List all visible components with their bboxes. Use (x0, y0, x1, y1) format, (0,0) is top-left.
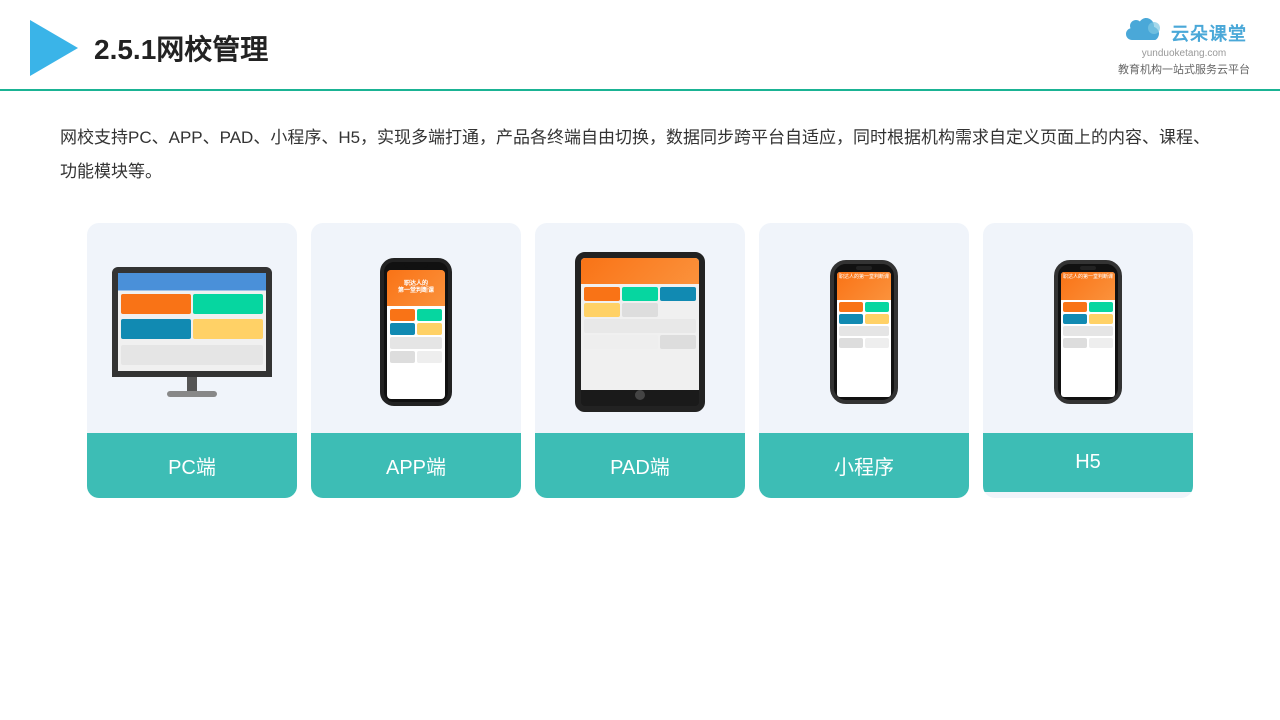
card-app-image: 职达人的第一堂判断课 (311, 223, 521, 433)
header-right: 云朵课堂 yunduoketang.com 教育机构一站式服务云平台 (1118, 18, 1250, 77)
cards-container: PC端 职达人的第一堂判断课 (0, 199, 1280, 528)
card-h5-label: H5 (983, 433, 1193, 492)
page-title: 2.5.1网校管理 (94, 28, 268, 68)
card-pad: PAD端 (535, 223, 745, 498)
header: 2.5.1网校管理 云朵课堂 yunduoketang.com 教育机构一站式服… (0, 0, 1280, 91)
description-text: 网校支持PC、APP、PAD、小程序、H5，实现多端打通，产品各终端自由切换，数… (0, 91, 1280, 199)
card-miniprogram-image: 职达人的第一堂判断课 (759, 223, 969, 433)
miniprogram-phone-mockup: 职达人的第一堂判断课 (830, 260, 898, 404)
brand-url: yunduoketang.com (1142, 48, 1227, 59)
brand-tagline: 教育机构一站式服务云平台 (1118, 61, 1250, 77)
card-miniprogram-label: 小程序 (759, 433, 969, 498)
card-pc: PC端 (87, 223, 297, 498)
pc-mockup (112, 267, 272, 397)
pad-mockup (575, 252, 705, 412)
header-left: 2.5.1网校管理 (30, 20, 268, 76)
brand-name: 云朵课堂 (1171, 20, 1247, 46)
card-pad-image (535, 223, 745, 433)
h5-phone-mockup: 职达人的第一堂判断课 (1054, 260, 1122, 404)
card-pc-image (87, 223, 297, 433)
brand-logo: 云朵课堂 (1121, 18, 1247, 48)
cloud-icon (1121, 18, 1165, 48)
app-phone-mockup: 职达人的第一堂判断课 (380, 258, 452, 406)
logo-triangle-icon (30, 20, 78, 76)
card-h5-image: 职达人的第一堂判断课 (983, 223, 1193, 433)
card-pc-label: PC端 (87, 433, 297, 498)
card-h5: 职达人的第一堂判断课 H5 (983, 223, 1193, 498)
card-app: 职达人的第一堂判断课 APP端 (311, 223, 521, 498)
card-miniprogram: 职达人的第一堂判断课 小程序 (759, 223, 969, 498)
card-pad-label: PAD端 (535, 433, 745, 498)
card-app-label: APP端 (311, 433, 521, 498)
